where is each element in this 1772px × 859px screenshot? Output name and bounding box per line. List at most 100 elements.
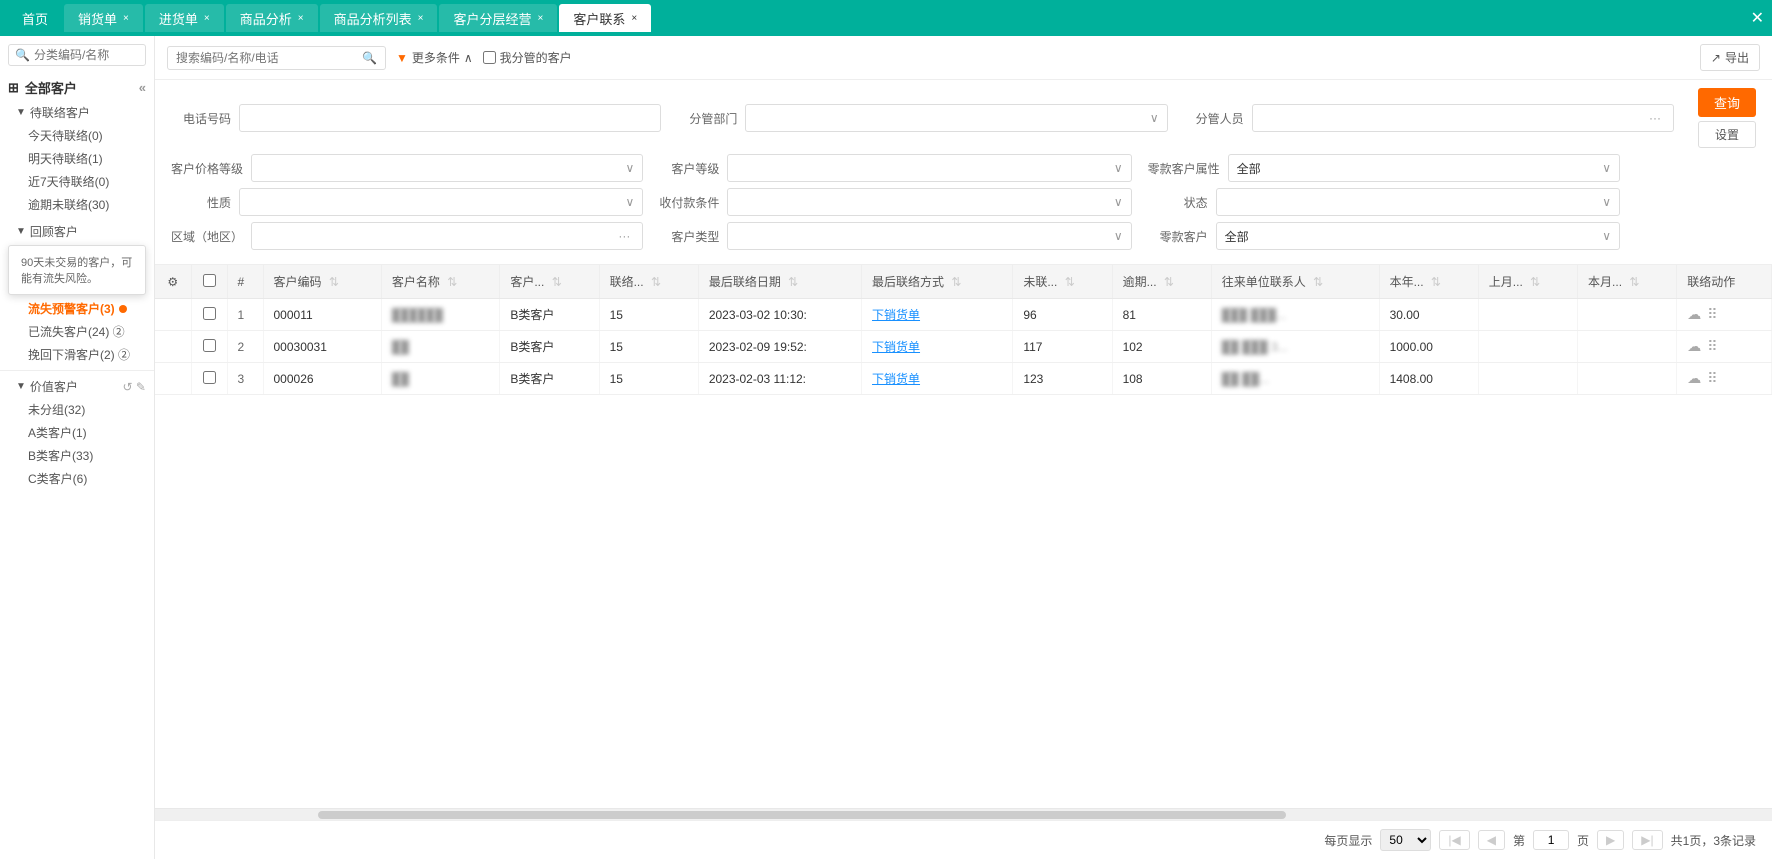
col-last-way-sort[interactable]: ⇅ xyxy=(951,275,961,289)
row-checkbox[interactable] xyxy=(203,307,216,320)
page-input[interactable] xyxy=(1533,830,1569,850)
sidebar-search-wrap[interactable]: 🔍 xyxy=(8,44,146,66)
cell-action[interactable]: ☁ ⠿ xyxy=(1677,331,1772,363)
col-contact[interactable]: 联络... ⇅ xyxy=(599,265,698,299)
settings-col-icon[interactable]: ⚙ xyxy=(167,275,178,289)
price-level-select[interactable]: ∨ xyxy=(251,154,643,182)
sidebar-group-value-title[interactable]: ▼ 价值客户 ↺ ✎ xyxy=(0,375,154,398)
person-select[interactable]: ··· xyxy=(1252,104,1674,132)
person-more[interactable]: ··· xyxy=(1645,111,1665,125)
zero-attr-select[interactable]: 全部 ∨ xyxy=(1228,154,1620,182)
tab-customer-contact[interactable]: 客户联系 × xyxy=(559,4,651,32)
contact-icon[interactable]: ☁ xyxy=(1687,338,1701,355)
region-more[interactable]: ··· xyxy=(614,229,634,243)
sidebar-search-input[interactable] xyxy=(34,48,139,62)
col-this-month[interactable]: 本月... ⇅ xyxy=(1578,265,1677,299)
select-all-checkbox[interactable] xyxy=(203,274,216,287)
col-code-sort[interactable]: ⇅ xyxy=(329,275,339,289)
first-page-btn[interactable]: |◀ xyxy=(1439,830,1469,850)
scroll-thumb[interactable] xyxy=(318,811,1286,819)
col-last-month[interactable]: 上月... ⇅ xyxy=(1478,265,1577,299)
tab-analysis-list-close[interactable]: × xyxy=(418,13,424,24)
dept-select[interactable]: ∨ xyxy=(745,104,1167,132)
sidebar-group-review-title[interactable]: ▼ 回顾客户 xyxy=(0,220,154,243)
gender-select[interactable]: ∨ xyxy=(239,188,643,216)
col-last-month-sort[interactable]: ⇅ xyxy=(1530,275,1540,289)
col-type-sort[interactable]: ⇅ xyxy=(552,275,562,289)
customer-level-select[interactable]: ∨ xyxy=(727,154,1131,182)
col-unit-contact[interactable]: 往来单位联系人 ⇅ xyxy=(1211,265,1379,299)
col-contact-sort[interactable]: ⇅ xyxy=(651,275,661,289)
my-customers-checkbox[interactable] xyxy=(483,51,496,64)
col-checkbox[interactable] xyxy=(191,265,227,299)
sidebar-item-7days[interactable]: 近7天待联络(0) xyxy=(0,170,154,193)
sidebar-item-overdue[interactable]: 逾期未联络(30) xyxy=(0,193,154,216)
more-action-icon[interactable]: ⠿ xyxy=(1707,370,1717,387)
query-button[interactable]: 查询 xyxy=(1698,88,1756,117)
sidebar-item-recover[interactable]: 挽回下滑客户(2) ② xyxy=(0,343,154,366)
next-page-btn[interactable]: ▶ xyxy=(1597,830,1624,850)
sidebar-item-churn-warning[interactable]: 流失预警客户(3) xyxy=(0,297,154,320)
tab-analysis[interactable]: 商品分析 × xyxy=(226,4,318,32)
sidebar-item-ungrouped[interactable]: 未分组(32) xyxy=(0,398,154,421)
sidebar-group-pending-title[interactable]: ▼ 待联络客户 xyxy=(0,101,154,124)
sidebar-all-customers[interactable]: ⊞ 全部客户 « xyxy=(0,74,154,101)
cell-last-way[interactable]: 下销货单 xyxy=(862,331,1013,363)
status-select[interactable]: ∨ xyxy=(1216,188,1620,216)
more-action-icon[interactable]: ⠿ xyxy=(1707,306,1717,323)
more-action-icon[interactable]: ⠿ xyxy=(1707,338,1717,355)
col-overdue-sort[interactable]: ⇅ xyxy=(1164,275,1174,289)
contact-icon[interactable]: ☁ xyxy=(1687,306,1701,323)
close-window-btn[interactable]: ✕ xyxy=(1751,8,1764,28)
col-unit-contact-sort[interactable]: ⇅ xyxy=(1313,275,1323,289)
tab-analysis-close[interactable]: × xyxy=(298,13,304,24)
col-uncontacted-sort[interactable]: ⇅ xyxy=(1065,275,1075,289)
col-uncontacted[interactable]: 未联... ⇅ xyxy=(1013,265,1112,299)
col-this-year-sort[interactable]: ⇅ xyxy=(1431,275,1441,289)
tab-home[interactable]: 首页 xyxy=(8,4,62,32)
tab-customer-tier-close[interactable]: × xyxy=(537,13,543,24)
sidebar-item-tomorrow[interactable]: 明天待联络(1) xyxy=(0,147,154,170)
col-type[interactable]: 客户... ⇅ xyxy=(500,265,599,299)
region-select[interactable]: ··· xyxy=(251,222,643,250)
search-input-wrap[interactable]: 🔍 xyxy=(167,46,386,70)
cell-last-way[interactable]: 下销货单 xyxy=(862,363,1013,395)
cell-action[interactable]: ☁ ⠿ xyxy=(1677,363,1772,395)
prev-page-btn[interactable]: ◀ xyxy=(1478,830,1505,850)
col-this-year[interactable]: 本年... ⇅ xyxy=(1379,265,1478,299)
filter-btn[interactable]: ▼ 更多条件 ∧ xyxy=(396,49,473,66)
per-page-select[interactable]: 50 100 200 xyxy=(1380,829,1431,851)
payment-select[interactable]: ∨ xyxy=(727,188,1131,216)
col-last-date[interactable]: 最后联络日期 ⇅ xyxy=(698,265,861,299)
cell-checkbox[interactable] xyxy=(191,299,227,331)
sidebar-item-churned[interactable]: 已流失客户(24) ② xyxy=(0,320,154,343)
col-name[interactable]: 客户名称 ⇅ xyxy=(381,265,499,299)
tab-customer-tier[interactable]: 客户分层经营 × xyxy=(439,4,557,32)
tab-purchase-close[interactable]: × xyxy=(204,13,210,24)
sidebar-item-c-class[interactable]: C类客户(6) xyxy=(0,467,154,490)
col-last-date-sort[interactable]: ⇅ xyxy=(788,275,798,289)
cell-checkbox[interactable] xyxy=(191,331,227,363)
phone-input[interactable] xyxy=(239,104,661,132)
sidebar-collapse-btn[interactable]: « xyxy=(139,80,146,95)
col-overdue[interactable]: 逾期... ⇅ xyxy=(1112,265,1211,299)
contact-icon[interactable]: ☁ xyxy=(1687,370,1701,387)
tab-sales-close[interactable]: × xyxy=(123,13,129,24)
last-page-btn[interactable]: ▶| xyxy=(1632,830,1662,850)
search-input[interactable] xyxy=(176,51,356,65)
export-btn[interactable]: ↗ 导出 xyxy=(1700,44,1760,71)
row-checkbox[interactable] xyxy=(203,371,216,384)
sidebar-item-a-class[interactable]: A类客户(1) xyxy=(0,421,154,444)
tab-purchase[interactable]: 进货单 × xyxy=(145,4,224,32)
tab-analysis-list[interactable]: 商品分析列表 × xyxy=(320,4,438,32)
horizontal-scrollbar[interactable] xyxy=(155,808,1772,820)
cell-last-way[interactable]: 下销货单 xyxy=(862,299,1013,331)
tab-customer-contact-close[interactable]: × xyxy=(631,13,637,24)
sidebar-item-b-class[interactable]: B类客户(33) xyxy=(0,444,154,467)
customer-type-select[interactable]: ∨ xyxy=(727,222,1131,250)
col-code[interactable]: 客户编码 ⇅ xyxy=(263,265,381,299)
my-customers-wrap[interactable]: 我分管的客户 xyxy=(483,49,572,66)
col-settings[interactable]: ⚙ xyxy=(155,265,191,299)
col-this-month-sort[interactable]: ⇅ xyxy=(1629,275,1639,289)
cell-action[interactable]: ☁ ⠿ xyxy=(1677,299,1772,331)
